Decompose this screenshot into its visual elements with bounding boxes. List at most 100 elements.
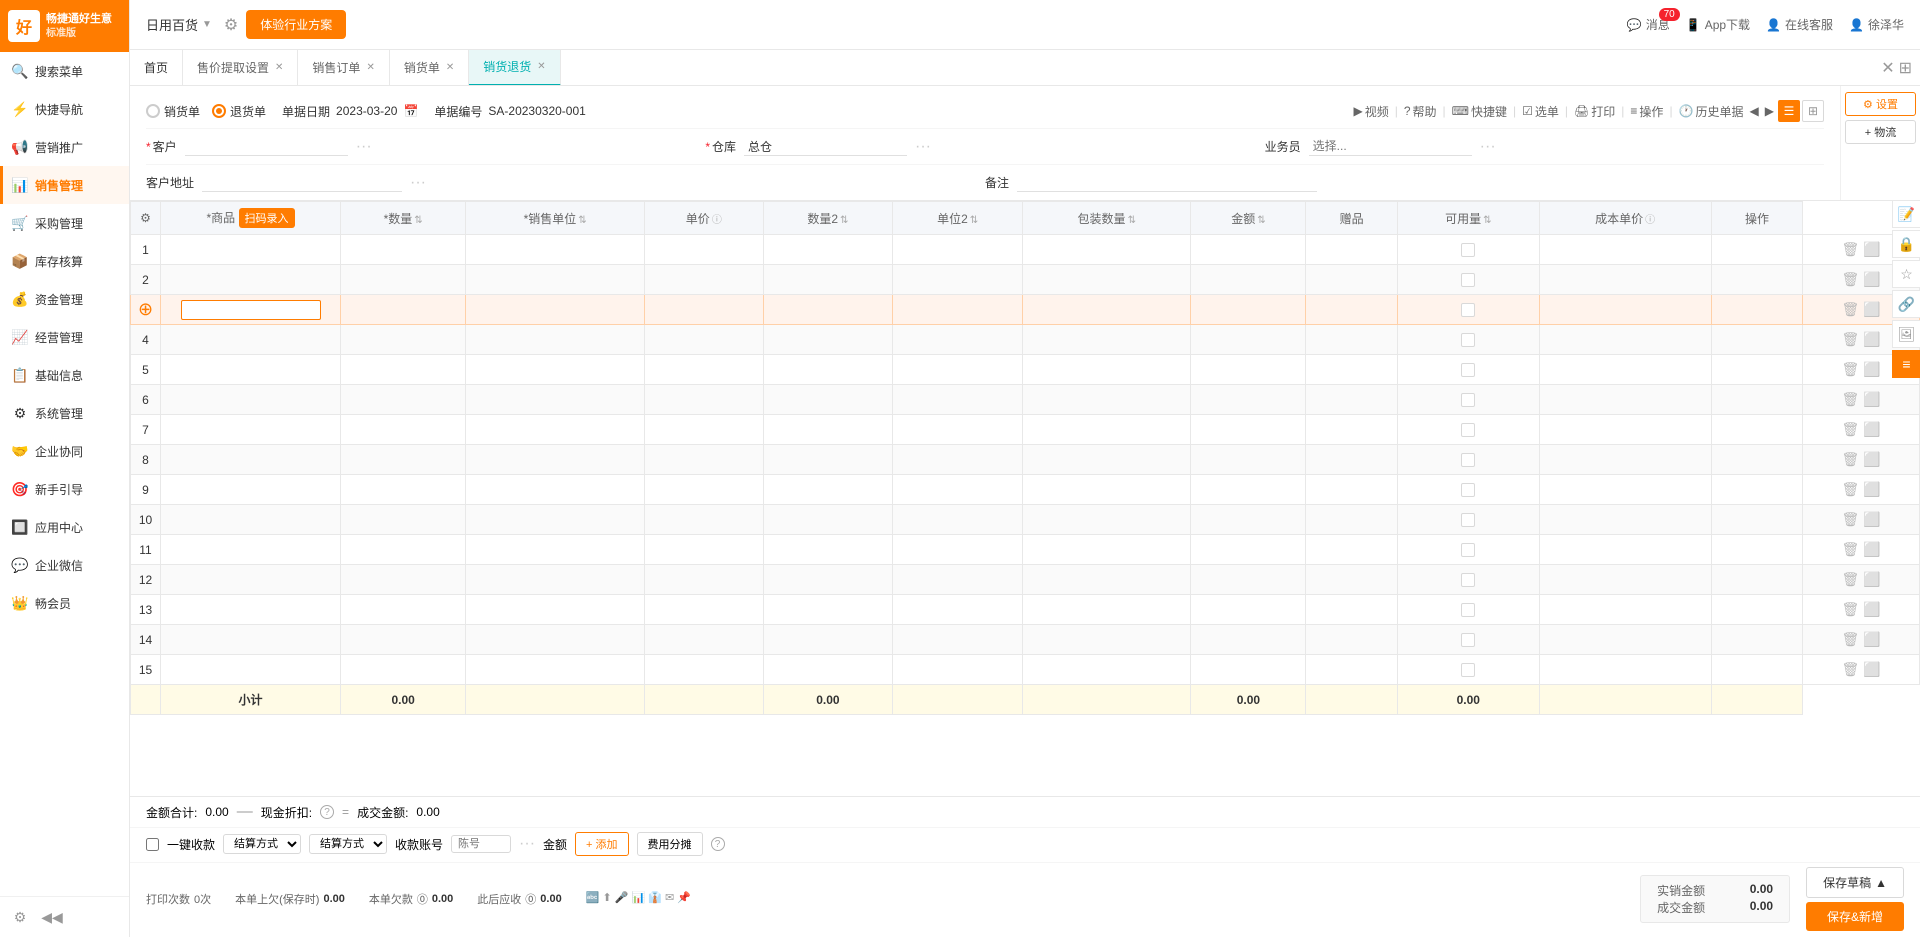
settings-button[interactable]: ⚙ 设置 — [1845, 92, 1916, 116]
product-input[interactable] — [181, 363, 321, 377]
delete-icon[interactable]: 🗑 — [1842, 481, 1860, 498]
product-input[interactable] — [181, 663, 321, 677]
col-gear[interactable]: ⚙ — [131, 202, 161, 235]
copy-icon[interactable]: ⬜ — [1863, 301, 1880, 318]
delete-icon[interactable]: 🗑 — [1842, 271, 1860, 288]
copy-icon[interactable]: ⬜ — [1863, 241, 1880, 258]
tab-close-price[interactable]: ✕ — [275, 62, 283, 73]
copy-icon[interactable]: ⬜ — [1863, 451, 1880, 468]
copy-icon[interactable]: ⬜ — [1863, 331, 1880, 348]
product-input[interactable] — [181, 603, 321, 617]
delete-icon[interactable]: 🗑 — [1842, 331, 1860, 348]
delete-icon[interactable]: 🗑 — [1842, 421, 1860, 438]
settings-bottom-icon[interactable]: ⚙ — [8, 905, 32, 929]
topbar-gear-icon[interactable]: ⚙ — [224, 15, 238, 35]
sidebar-item-marketing[interactable]: 📢 营销推广 — [0, 128, 129, 166]
copy-icon[interactable]: ⬜ — [1863, 571, 1880, 588]
one-click-checkbox[interactable] — [146, 838, 159, 851]
radio-sales[interactable]: 销货单 — [146, 103, 200, 120]
float-list-icon[interactable]: ≡ — [1892, 350, 1920, 378]
delete-icon[interactable]: 🗑 — [1842, 451, 1860, 468]
sidebar-item-member[interactable]: 👑 畅会员 — [0, 584, 129, 622]
product-input[interactable] — [181, 573, 321, 587]
logistics-button[interactable]: + 物流 — [1845, 120, 1916, 144]
copy-icon[interactable]: ⬜ — [1863, 661, 1880, 678]
tab-sales-return[interactable]: 销货退货 ✕ — [469, 50, 560, 86]
float-note-icon[interactable]: 📝 — [1892, 200, 1920, 228]
product-input-active[interactable] — [181, 300, 321, 320]
experience-button[interactable]: 体验行业方案 — [246, 10, 346, 39]
product-input[interactable] — [181, 633, 321, 647]
delete-icon[interactable]: 🗑 — [1842, 541, 1860, 558]
qty-sort-icon[interactable]: ⇅ — [414, 215, 422, 226]
gift-checkbox[interactable] — [1461, 273, 1475, 287]
sidebar-item-wechat[interactable]: 💬 企业微信 — [0, 546, 129, 584]
float-link-icon[interactable]: 🔗 — [1892, 290, 1920, 318]
add-button[interactable]: + 添加 — [575, 832, 628, 856]
calc-method2-select[interactable]: 结算方式 — [309, 834, 387, 854]
amount-sort-icon[interactable]: ⇅ — [1257, 215, 1265, 226]
save-draft-button[interactable]: 保存草稿 ▲ — [1806, 867, 1904, 898]
account-input[interactable] — [451, 835, 511, 853]
save-new-button[interactable]: 保存&新增 — [1806, 902, 1904, 931]
message-button[interactable]: 💬 消息 70 — [1627, 16, 1670, 33]
float-image-icon[interactable]: 🖼 — [1892, 320, 1920, 348]
copy-icon[interactable]: ⬜ — [1863, 631, 1880, 648]
copy-icon[interactable]: ⬜ — [1863, 511, 1880, 528]
product-input[interactable] — [181, 483, 321, 497]
gift-checkbox[interactable] — [1461, 243, 1475, 257]
select-btn[interactable]: ☑ 选单 — [1522, 103, 1559, 120]
float-lock-icon[interactable]: 🔒 — [1892, 230, 1920, 258]
sidebar-item-enterprise[interactable]: 🤝 企业协同 — [0, 432, 129, 470]
delete-icon[interactable]: 🗑 — [1842, 361, 1860, 378]
sidebar-item-quick[interactable]: ⚡ 快捷导航 — [0, 90, 129, 128]
delete-icon[interactable]: 🗑 — [1842, 301, 1860, 318]
product-input[interactable] — [181, 333, 321, 347]
sidebar-item-search[interactable]: 🔍 搜索菜单 — [0, 52, 129, 90]
sidebar-item-guide[interactable]: 🎯 新手引导 — [0, 470, 129, 508]
gift-checkbox[interactable] — [1461, 633, 1475, 647]
gift-checkbox[interactable] — [1461, 423, 1475, 437]
delete-icon[interactable]: 🗑 — [1842, 571, 1860, 588]
gift-checkbox[interactable] — [1461, 393, 1475, 407]
radio-return[interactable]: 退货单 — [212, 103, 266, 120]
gift-checkbox[interactable] — [1461, 603, 1475, 617]
product-input[interactable] — [181, 393, 321, 407]
sidebar-item-finance[interactable]: 💰 资金管理 — [0, 280, 129, 318]
daily-menu[interactable]: 日用百货 ▼ — [146, 15, 212, 34]
gift-checkbox[interactable] — [1461, 543, 1475, 557]
tab-sales-invoice[interactable]: 销货单 ✕ — [390, 50, 469, 86]
gift-checkbox[interactable] — [1461, 573, 1475, 587]
tab-home[interactable]: 首页 — [130, 50, 183, 86]
user-menu[interactable]: 👤 徐泽华 — [1849, 16, 1904, 33]
delete-icon[interactable]: 🗑 — [1842, 631, 1860, 648]
view-grid-btn[interactable]: ⊞ — [1802, 100, 1824, 122]
gift-checkbox[interactable] — [1461, 663, 1475, 677]
address-input[interactable] — [202, 173, 402, 192]
calc-method-select[interactable]: 结算方式 — [223, 834, 301, 854]
shortcut-btn[interactable]: ⌨ 快捷键 — [1452, 103, 1507, 120]
add-row-icon[interactable]: ⊕ — [138, 299, 153, 319]
video-btn[interactable]: ▶ 视频 — [1353, 103, 1388, 120]
collapse-icon[interactable]: ◀◀ — [40, 905, 64, 929]
product-input[interactable] — [181, 273, 321, 287]
copy-icon[interactable]: ⬜ — [1863, 361, 1880, 378]
delete-icon[interactable]: 🗑 — [1842, 511, 1860, 528]
customer-input[interactable] — [185, 137, 348, 156]
online-service-button[interactable]: 👤 在线客服 — [1766, 16, 1833, 33]
product-input[interactable] — [181, 453, 321, 467]
salesperson-input[interactable] — [1309, 137, 1472, 156]
address-dots[interactable]: ··· — [410, 174, 426, 192]
history-btn[interactable]: 🕐 历史单据 — [1679, 103, 1744, 120]
gift-checkbox[interactable] — [1461, 483, 1475, 497]
salesperson-dots[interactable]: ··· — [1480, 138, 1496, 156]
gift-checkbox[interactable] — [1461, 363, 1475, 377]
sidebar-item-operations[interactable]: 📈 经营管理 — [0, 318, 129, 356]
sidebar-item-apps[interactable]: 🔲 应用中心 — [0, 508, 129, 546]
delete-icon[interactable]: 🗑 — [1842, 601, 1860, 618]
operate-btn[interactable]: ≡ 操作 — [1630, 103, 1663, 120]
scan-button[interactable]: 扫码录入 — [239, 208, 295, 228]
copy-icon[interactable]: ⬜ — [1863, 271, 1880, 288]
print-btn[interactable]: 🖨 打印 — [1574, 103, 1615, 120]
tab-expand-icon[interactable]: ⊞ — [1899, 58, 1912, 78]
